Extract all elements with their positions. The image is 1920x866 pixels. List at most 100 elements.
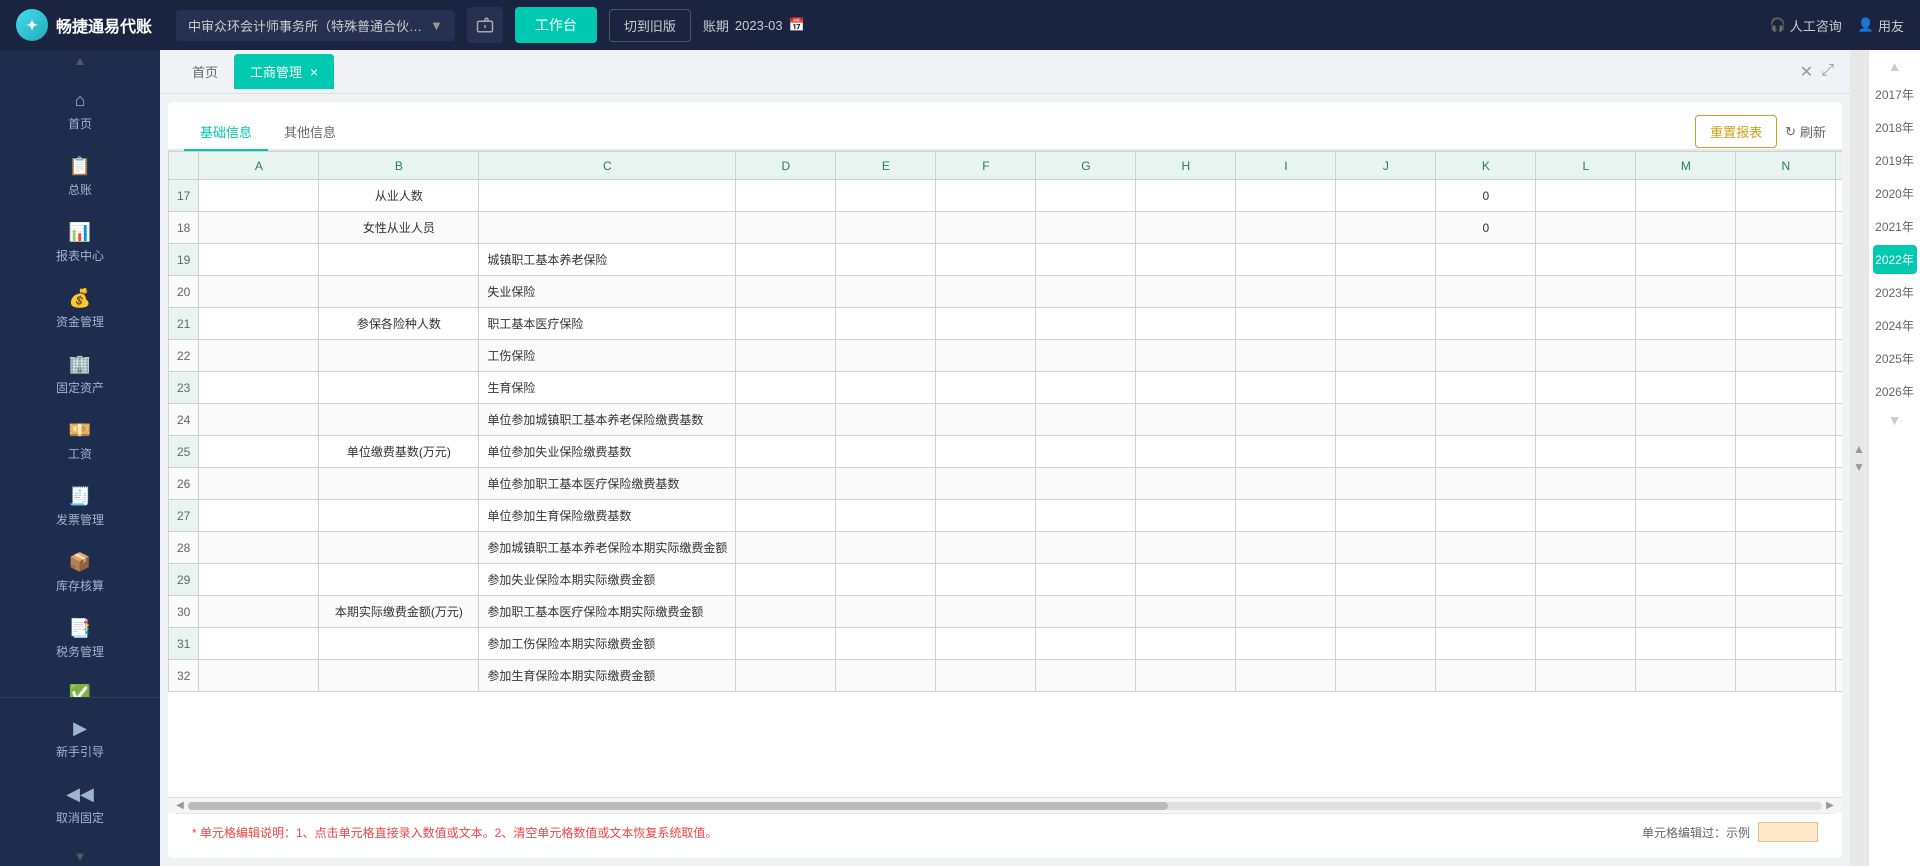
cell-29-e[interactable]	[836, 564, 936, 596]
cell-28-o[interactable]	[1836, 532, 1842, 564]
cell-22-j[interactable]	[1336, 340, 1436, 372]
cell-20-o[interactable]: 0	[1836, 276, 1842, 308]
cell-25-k[interactable]	[1436, 436, 1536, 468]
sidebar-item-invoices[interactable]: 🧾 发票管理	[0, 474, 160, 540]
sidebar-item-home[interactable]: ⌂ 首页	[0, 78, 160, 144]
sub-tab-basic[interactable]: 基础信息	[184, 114, 268, 151]
cell-26-g[interactable]	[1036, 468, 1136, 500]
cell-30-i[interactable]	[1236, 596, 1336, 628]
cell-23-n[interactable]	[1736, 372, 1836, 404]
cell-30-n[interactable]	[1736, 596, 1836, 628]
cell-25-n[interactable]	[1736, 436, 1836, 468]
cell-27-a[interactable]	[199, 500, 319, 532]
cell-24-f[interactable]	[936, 404, 1036, 436]
cell-31-c[interactable]: 参加工伤保险本期实际缴费金额	[479, 628, 736, 660]
year-panel-up-arrow[interactable]: ▲	[1884, 54, 1906, 78]
cell-17-d[interactable]	[736, 180, 836, 212]
cell-17-f[interactable]	[936, 180, 1036, 212]
cell-24-j[interactable]	[1336, 404, 1436, 436]
cell-17-l[interactable]	[1536, 180, 1636, 212]
reset-report-button[interactable]: 重置报表	[1695, 115, 1777, 148]
cell-22-b[interactable]	[319, 340, 479, 372]
cell-24-k[interactable]	[1436, 404, 1536, 436]
cell-27-d[interactable]	[736, 500, 836, 532]
cell-27-e[interactable]	[836, 500, 936, 532]
cell-30-d[interactable]	[736, 596, 836, 628]
cell-26-d[interactable]	[736, 468, 836, 500]
archive-button[interactable]	[467, 7, 503, 43]
cell-32-f[interactable]	[936, 660, 1036, 692]
cell-17-o[interactable]	[1836, 180, 1842, 212]
cell-25-f[interactable]	[936, 436, 1036, 468]
cell-28-i[interactable]	[1236, 532, 1336, 564]
scrollbar-thumb[interactable]	[188, 802, 1168, 810]
cell-20-j[interactable]	[1336, 276, 1436, 308]
cell-25-a[interactable]	[199, 436, 319, 468]
cell-19-n[interactable]	[1736, 244, 1836, 276]
cell-29-c[interactable]: 参加失业保险本期实际缴费金额	[479, 564, 736, 596]
cell-25-c[interactable]: 单位参加失业保险缴费基数	[479, 436, 736, 468]
old-version-button[interactable]: 切到旧版	[609, 9, 691, 42]
cell-28-l[interactable]	[1536, 532, 1636, 564]
cell-26-i[interactable]	[1236, 468, 1336, 500]
cell-24-d[interactable]	[736, 404, 836, 436]
cell-27-k[interactable]	[1436, 500, 1536, 532]
cell-27-i[interactable]	[1236, 500, 1336, 532]
cell-22-f[interactable]	[936, 340, 1036, 372]
cell-22-m[interactable]	[1636, 340, 1736, 372]
cell-20-g[interactable]	[1036, 276, 1136, 308]
cell-31-o[interactable]	[1836, 628, 1842, 660]
cell-22-n[interactable]	[1736, 340, 1836, 372]
cell-32-e[interactable]	[836, 660, 936, 692]
cell-30-a[interactable]	[199, 596, 319, 628]
cell-26-b[interactable]	[319, 468, 479, 500]
collapse-bar[interactable]: ▲ ▼	[1850, 50, 1868, 866]
cell-25-o[interactable]	[1836, 436, 1842, 468]
cell-20-n[interactable]	[1736, 276, 1836, 308]
year-2024[interactable]: 2024年	[1873, 311, 1917, 340]
cell-20-a[interactable]	[199, 276, 319, 308]
cell-19-g[interactable]	[1036, 244, 1136, 276]
sidebar-item-inventory[interactable]: 📦 库存核算	[0, 540, 160, 606]
cell-29-o[interactable]	[1836, 564, 1842, 596]
cell-18-i[interactable]	[1236, 212, 1336, 244]
cell-24-l[interactable]	[1536, 404, 1636, 436]
cell-30-f[interactable]	[936, 596, 1036, 628]
cell-27-j[interactable]	[1336, 500, 1436, 532]
user-button[interactable]: 👤 用友	[1858, 16, 1904, 35]
cell-22-h[interactable]	[1136, 340, 1236, 372]
cell-21-c[interactable]: 职工基本医疗保险	[479, 308, 736, 340]
cell-27-l[interactable]	[1536, 500, 1636, 532]
year-2022[interactable]: 2022年	[1873, 245, 1917, 274]
cell-19-o[interactable]: 0	[1836, 244, 1842, 276]
cell-27-m[interactable]	[1636, 500, 1736, 532]
cell-29-f[interactable]	[936, 564, 1036, 596]
sidebar-scroll-down[interactable]: ▼	[0, 846, 160, 866]
cell-25-m[interactable]	[1636, 436, 1736, 468]
cell-19-m[interactable]	[1636, 244, 1736, 276]
cell-29-g[interactable]	[1036, 564, 1136, 596]
cell-25-j[interactable]	[1336, 436, 1436, 468]
cell-21-g[interactable]	[1036, 308, 1136, 340]
year-panel-down-arrow[interactable]: ▼	[1884, 408, 1906, 432]
collapse-up-icon[interactable]: ▲	[1853, 442, 1865, 456]
cell-26-n[interactable]	[1736, 468, 1836, 500]
cell-25-g[interactable]	[1036, 436, 1136, 468]
cell-26-e[interactable]	[836, 468, 936, 500]
cell-17-g[interactable]	[1036, 180, 1136, 212]
cell-23-l[interactable]	[1536, 372, 1636, 404]
cell-22-i[interactable]	[1236, 340, 1336, 372]
cell-19-b[interactable]	[319, 244, 479, 276]
cell-29-i[interactable]	[1236, 564, 1336, 596]
cell-26-c[interactable]: 单位参加职工基本医疗保险缴费基数	[479, 468, 736, 500]
year-2020[interactable]: 2020年	[1873, 179, 1917, 208]
cell-31-i[interactable]	[1236, 628, 1336, 660]
cell-32-h[interactable]	[1136, 660, 1236, 692]
cell-25-b[interactable]: 单位缴费基数(万元)	[319, 436, 479, 468]
cell-30-c[interactable]: 参加职工基本医疗保险本期实际缴费金额	[479, 596, 736, 628]
cell-18-n[interactable]	[1736, 212, 1836, 244]
close-window-icon[interactable]: ✕	[1800, 62, 1813, 82]
cell-28-h[interactable]	[1136, 532, 1236, 564]
year-2025[interactable]: 2025年	[1873, 344, 1917, 373]
tab-business[interactable]: 工商管理 ×	[234, 54, 334, 89]
